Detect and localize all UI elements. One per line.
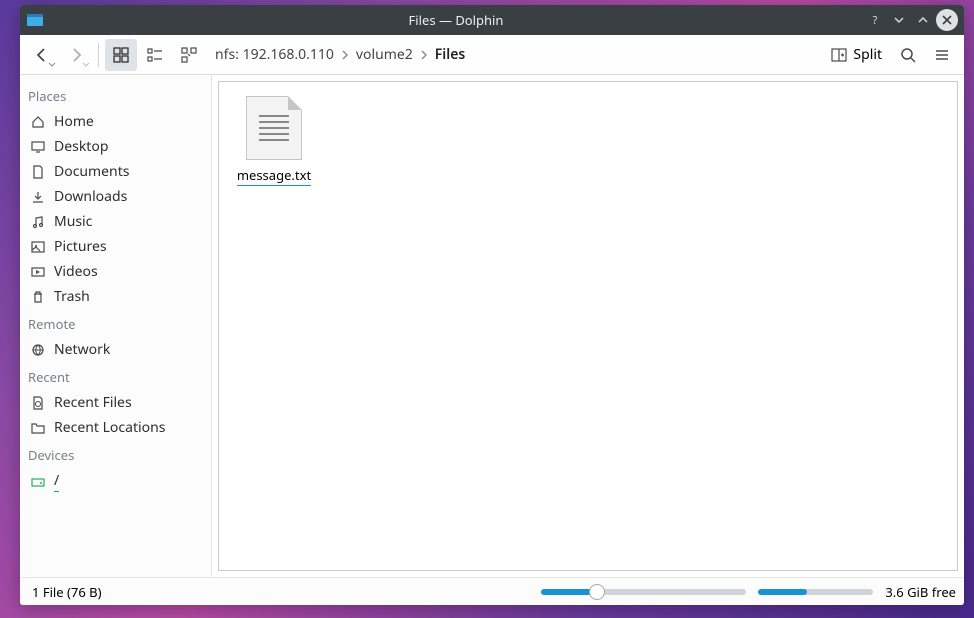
compact-view-button[interactable]	[139, 39, 171, 71]
sidebar-item-music[interactable]: Music	[20, 209, 211, 234]
svg-text:?: ?	[873, 13, 878, 27]
disk-usage-bar	[758, 589, 873, 595]
sidebar: Places Home Desktop Documents Downloads …	[20, 75, 212, 577]
fileview-wrap: message.txt	[212, 75, 964, 577]
sidebar-item-downloads[interactable]: Downloads	[20, 184, 211, 209]
hamburger-icon	[934, 47, 950, 63]
details-view-button[interactable]	[173, 39, 205, 71]
videos-icon	[30, 264, 46, 280]
sidebar-item-documents[interactable]: Documents	[20, 159, 211, 184]
file-label: message.txt	[237, 166, 311, 186]
sidebar-item-recent-files[interactable]: Recent Files	[20, 390, 211, 415]
sidebar-item-videos[interactable]: Videos	[20, 259, 211, 284]
remote-header: Remote	[20, 309, 211, 337]
devices-header: Devices	[20, 440, 211, 468]
sidebar-item-network[interactable]: Network	[20, 337, 211, 362]
breadcrumb-segment-2[interactable]: Files	[435, 45, 466, 64]
close-button[interactable]	[936, 9, 958, 31]
icons-view-button[interactable]	[105, 39, 137, 71]
desktop-icon	[30, 139, 46, 155]
places-header: Places	[20, 81, 211, 109]
chevron-right-icon	[340, 50, 350, 60]
drive-icon	[30, 474, 46, 490]
network-icon	[30, 342, 46, 358]
statusbar: 1 File (76 B) 3.6 GiB free	[20, 577, 964, 605]
body: Places Home Desktop Documents Downloads …	[20, 75, 964, 577]
search-button[interactable]	[892, 39, 924, 71]
back-button[interactable]	[26, 39, 58, 71]
dolphin-window: Files — Dolphin ?	[20, 5, 964, 605]
zoom-thumb[interactable]	[589, 584, 605, 600]
sidebar-item-pictures[interactable]: Pictures	[20, 234, 211, 259]
titlebar: Files — Dolphin ?	[20, 5, 964, 35]
recent-locations-icon	[30, 420, 46, 436]
music-icon	[30, 214, 46, 230]
chevron-right-icon	[419, 50, 429, 60]
split-icon	[831, 47, 847, 63]
disk-fill	[758, 589, 806, 595]
text-file-icon	[246, 96, 302, 160]
home-icon	[30, 114, 46, 130]
minimize-button[interactable]	[888, 9, 910, 31]
sidebar-item-desktop[interactable]: Desktop	[20, 134, 211, 159]
pictures-icon	[30, 239, 46, 255]
sidebar-item-trash[interactable]: Trash	[20, 284, 211, 309]
help-button[interactable]: ?	[864, 9, 886, 31]
forward-button[interactable]	[60, 39, 92, 71]
recent-files-icon	[30, 395, 46, 411]
toolbar-separator	[98, 43, 99, 67]
breadcrumb-segment-1[interactable]: volume2	[356, 45, 413, 64]
trash-icon	[30, 289, 46, 305]
file-item-message[interactable]: message.txt	[229, 92, 319, 190]
toolbar: nfs: 192.168.0.110 volume2 Files Split	[20, 35, 964, 75]
search-icon	[900, 47, 916, 63]
downloads-icon	[30, 189, 46, 205]
breadcrumb-segment-0[interactable]: nfs: 192.168.0.110	[215, 45, 334, 64]
breadcrumb[interactable]: nfs: 192.168.0.110 volume2 Files	[207, 45, 821, 64]
sidebar-item-root[interactable]: /	[20, 468, 211, 495]
sidebar-item-home[interactable]: Home	[20, 109, 211, 134]
documents-icon	[30, 164, 46, 180]
app-icon	[26, 11, 44, 29]
file-view[interactable]: message.txt	[218, 81, 958, 571]
maximize-button[interactable]	[912, 9, 934, 31]
sidebar-item-recent-locations[interactable]: Recent Locations	[20, 415, 211, 440]
split-button[interactable]: Split	[823, 39, 890, 71]
status-text: 1 File (76 B)	[32, 583, 102, 601]
window-title: Files — Dolphin	[50, 11, 862, 29]
free-space-text: 3.6 GiB free	[885, 583, 956, 601]
zoom-slider[interactable]	[541, 589, 746, 595]
split-label: Split	[853, 45, 882, 64]
recent-header: Recent	[20, 362, 211, 390]
menu-button[interactable]	[926, 39, 958, 71]
